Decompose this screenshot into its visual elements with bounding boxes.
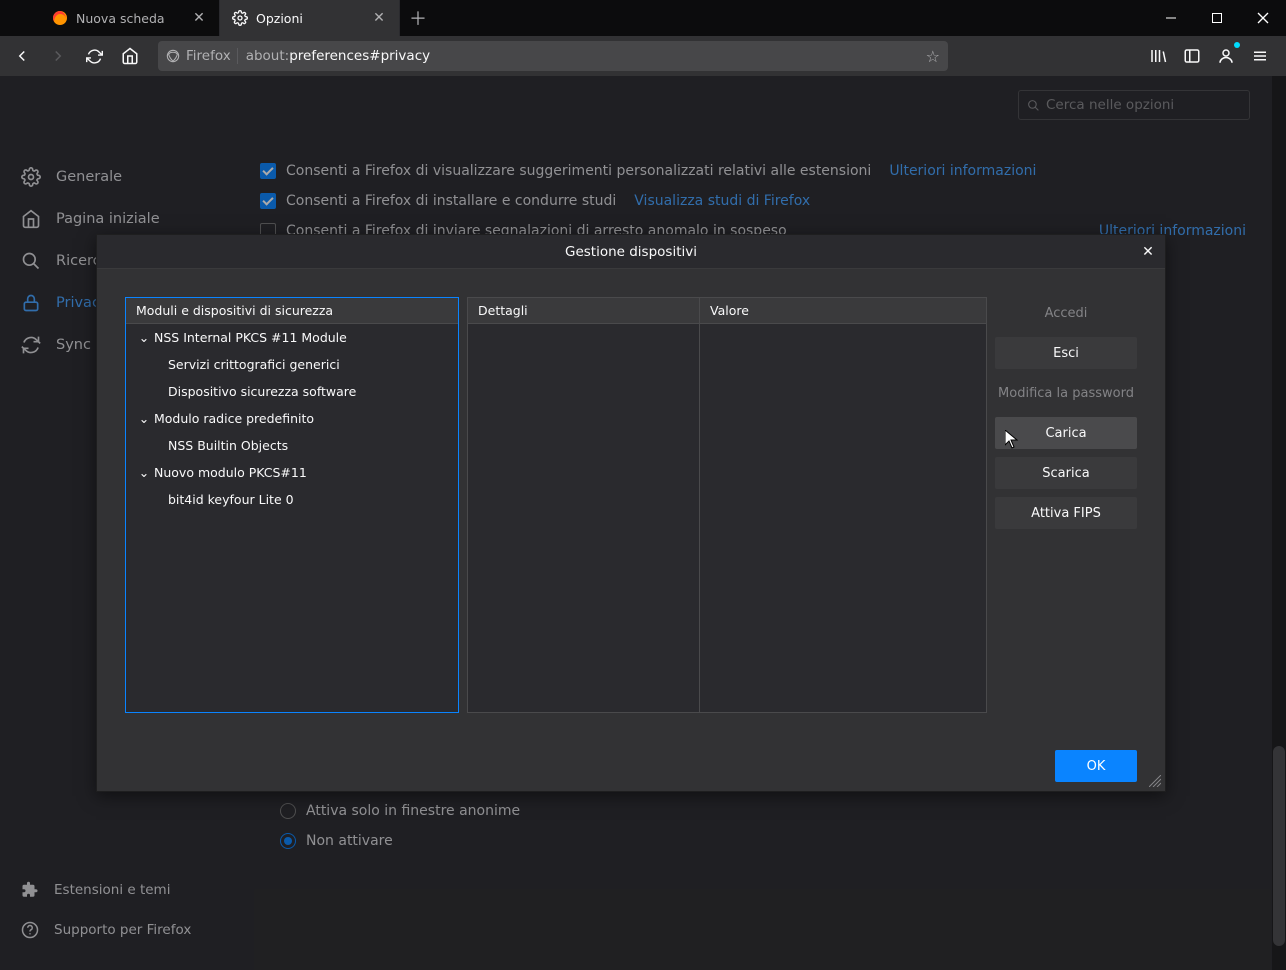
nav-toolbar: Firefox about:preferences#privacy ☆ bbox=[0, 36, 1286, 76]
reload-button[interactable] bbox=[78, 40, 110, 72]
tree-label: Nuovo modulo PKCS#11 bbox=[154, 465, 307, 480]
close-icon[interactable]: ✕ bbox=[371, 10, 387, 26]
dialog-action-button: Accedi bbox=[995, 297, 1137, 329]
dialog-title-bar: Gestione dispositivi ✕ bbox=[97, 235, 1165, 269]
details-panel: Dettagli Valore bbox=[467, 297, 987, 713]
dialog-action-button[interactable]: Esci bbox=[995, 337, 1137, 369]
dialog-title: Gestione dispositivi bbox=[565, 244, 697, 260]
dialog-action-button[interactable]: Scarica bbox=[995, 457, 1137, 489]
device-manager-dialog: Gestione dispositivi ✕ Moduli e disposit… bbox=[96, 234, 1166, 792]
details-column-header: Dettagli bbox=[468, 298, 699, 324]
title-bar: Nuova scheda ✕ Opzioni ✕ ＋ bbox=[0, 0, 1286, 36]
tree-column-header: Moduli e dispositivi di sicurezza bbox=[126, 298, 458, 324]
url-text: about:preferences#privacy bbox=[246, 48, 918, 64]
window-controls bbox=[1148, 0, 1286, 36]
dialog-action-button: Modifica la password bbox=[995, 377, 1137, 409]
tree-leaf[interactable]: bit4id keyfour Lite 0 bbox=[126, 486, 458, 513]
identity-box[interactable]: Firefox bbox=[166, 48, 238, 64]
url-bar[interactable]: Firefox about:preferences#privacy ☆ bbox=[158, 41, 948, 71]
tab-strip: Nuova scheda ✕ Opzioni ✕ ＋ bbox=[0, 0, 436, 36]
tree-leaf[interactable]: Dispositivo sicurezza software bbox=[126, 378, 458, 405]
dialog-close-button[interactable]: ✕ bbox=[1137, 241, 1159, 263]
security-modules-tree[interactable]: Moduli e dispositivi di sicurezza ⌄ NSS I… bbox=[125, 297, 459, 713]
minimize-button[interactable] bbox=[1148, 0, 1194, 36]
tab-options[interactable]: Opzioni ✕ bbox=[220, 0, 400, 36]
value-column-header: Valore bbox=[700, 298, 986, 324]
bookmark-star-icon[interactable]: ☆ bbox=[926, 47, 940, 66]
tree-label: NSS Internal PKCS #11 Module bbox=[154, 330, 347, 345]
tree-group[interactable]: ⌄ Nuovo modulo PKCS#11 bbox=[126, 459, 458, 486]
dialog-ok-button[interactable]: OK bbox=[1055, 750, 1137, 782]
tree-label: bit4id keyfour Lite 0 bbox=[168, 492, 294, 507]
tree-label: Modulo radice predefinito bbox=[154, 411, 314, 426]
dialog-action-button[interactable]: Attiva FIPS bbox=[995, 497, 1137, 529]
back-button[interactable] bbox=[6, 40, 38, 72]
tab-new[interactable]: Nuova scheda ✕ bbox=[40, 0, 220, 36]
new-tab-button[interactable]: ＋ bbox=[400, 0, 436, 36]
notification-dot-icon bbox=[1234, 42, 1240, 48]
forward-button[interactable] bbox=[42, 40, 74, 72]
identity-label: Firefox bbox=[186, 48, 231, 64]
sidebar-toggle-button[interactable] bbox=[1176, 40, 1208, 72]
firefox-mono-icon bbox=[166, 49, 180, 63]
library-button[interactable] bbox=[1142, 40, 1174, 72]
tree-label: Dispositivo sicurezza software bbox=[168, 384, 356, 399]
gear-icon bbox=[232, 10, 248, 26]
tree-label: NSS Builtin Objects bbox=[168, 438, 288, 453]
dialog-action-button[interactable]: Carica bbox=[995, 417, 1137, 449]
tree-group[interactable]: ⌄ Modulo radice predefinito bbox=[126, 405, 458, 432]
close-icon[interactable]: ✕ bbox=[191, 10, 207, 26]
tree-leaf[interactable]: Servizi crittografici generici bbox=[126, 351, 458, 378]
app-menu-button[interactable] bbox=[1244, 40, 1276, 72]
tab-label: Opzioni bbox=[256, 11, 363, 26]
account-button[interactable] bbox=[1210, 40, 1242, 72]
firefox-icon bbox=[52, 10, 68, 26]
window-close-button[interactable] bbox=[1240, 0, 1286, 36]
tree-label: Servizi crittografici generici bbox=[168, 357, 340, 372]
tab-label: Nuova scheda bbox=[76, 11, 183, 26]
chevron-down-icon: ⌄ bbox=[138, 411, 150, 426]
home-button[interactable] bbox=[114, 40, 146, 72]
chevron-down-icon: ⌄ bbox=[138, 465, 150, 480]
tree-leaf[interactable]: NSS Builtin Objects bbox=[126, 432, 458, 459]
maximize-button[interactable] bbox=[1194, 0, 1240, 36]
resize-grip-icon[interactable] bbox=[1149, 775, 1161, 787]
chevron-down-icon: ⌄ bbox=[138, 330, 150, 345]
tree-group[interactable]: ⌄ NSS Internal PKCS #11 Module bbox=[126, 324, 458, 351]
